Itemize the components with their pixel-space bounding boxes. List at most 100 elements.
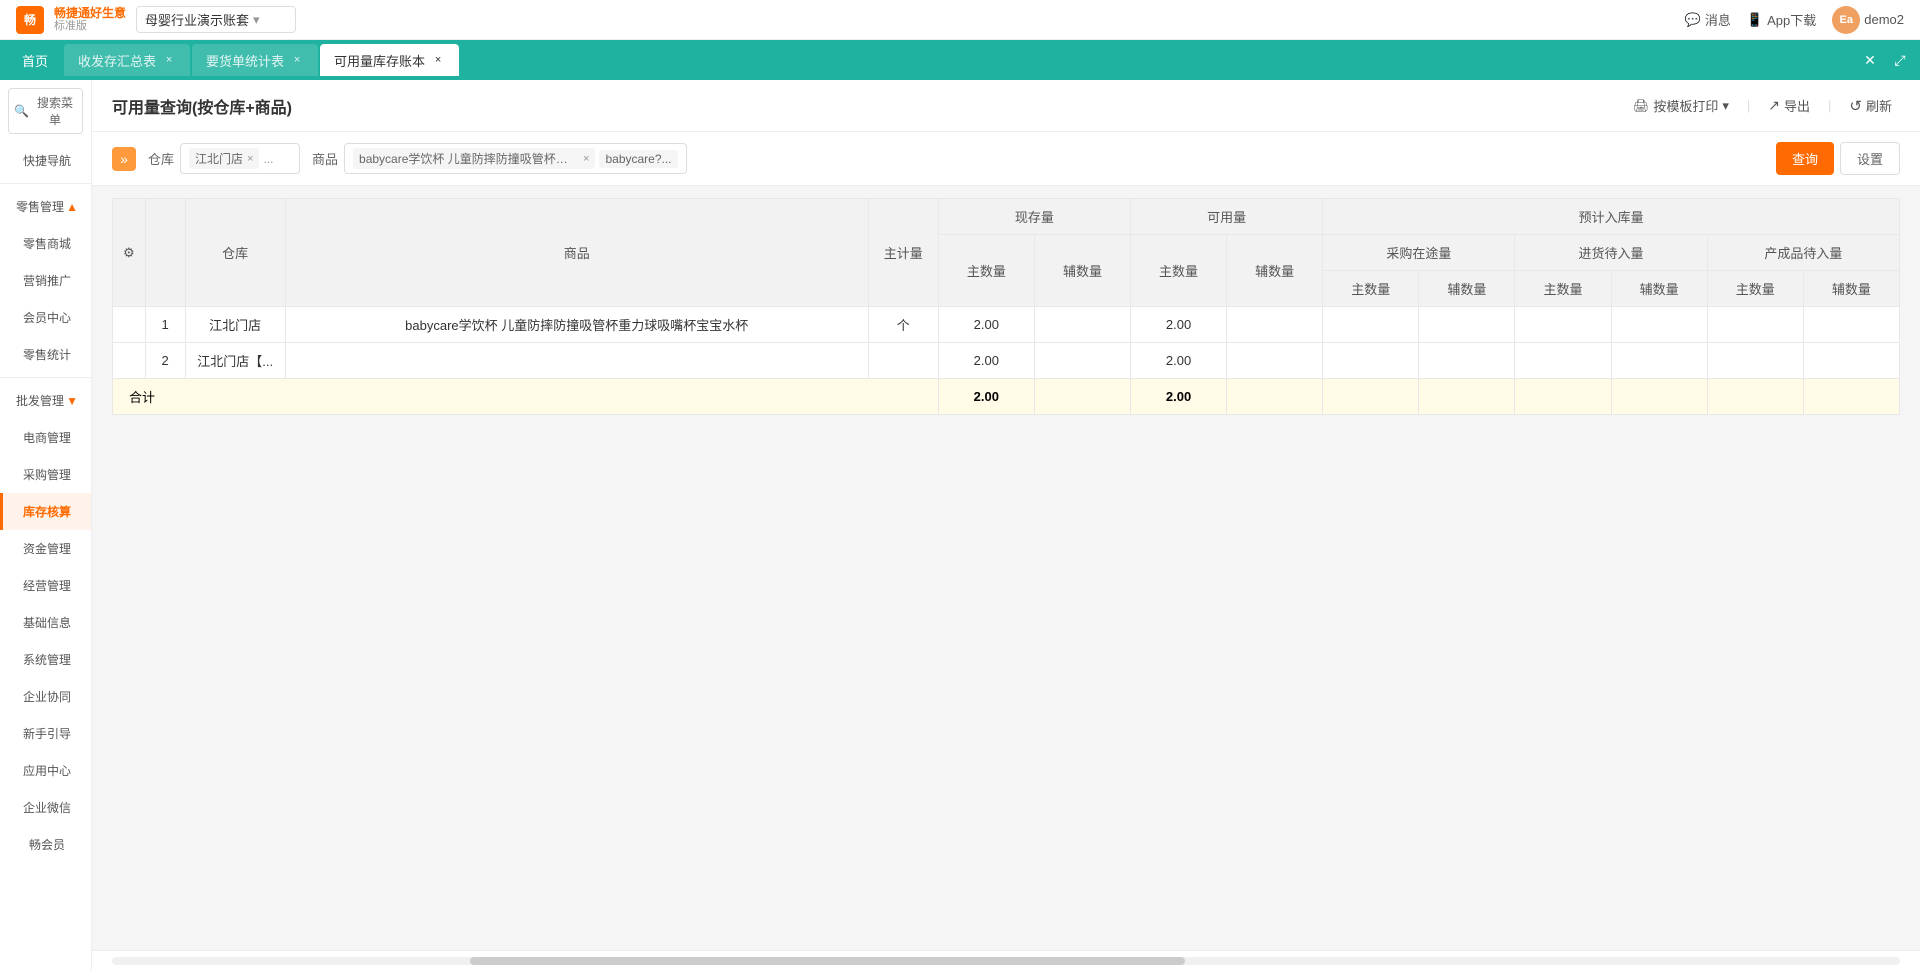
tab-close-available-stock[interactable]: × <box>431 53 445 67</box>
sidebar-item-marketing[interactable]: 营销推广 <box>0 262 91 299</box>
brand-icon: 畅 <box>16 6 44 34</box>
chevron-down-icon: ▾ <box>253 12 260 28</box>
sidebar-item-purchase[interactable]: 采购管理 <box>0 456 91 493</box>
sidebar-item-ecommerce[interactable]: 电商管理 <box>0 419 91 456</box>
sidebar-item-operations[interactable]: 经营管理 <box>0 567 91 604</box>
product-filter: 商品 babycare学饮杯 儿童防摔防撞吸管杯重力球吸嘴杯宝宝水杯 × bab… <box>312 143 687 174</box>
warehouse-input[interactable]: 江北门店 × ... <box>180 143 300 174</box>
message-icon: 💬 <box>1685 12 1701 28</box>
app-download-btn[interactable]: 📱 App下载 <box>1747 10 1816 29</box>
th-stock-aux: 辅数量 <box>1034 235 1130 307</box>
sidebar-item-retail-mall[interactable]: 零售商城 <box>0 225 91 262</box>
th-purchase-aux: 辅数量 <box>1419 271 1515 307</box>
topbar-left: 畅 畅捷通好生意 标准版 母婴行业演示账套 ▾ <box>16 6 296 34</box>
filter-expand-btn[interactable]: » <box>112 147 136 171</box>
th-production-main: 主数量 <box>1707 271 1803 307</box>
scrollbar-thumb[interactable] <box>470 957 1185 965</box>
warehouse-filter: 仓库 江北门店 × ... <box>148 143 300 174</box>
export-btn[interactable]: ↗ 导出 <box>1760 92 1818 119</box>
sidebar-item-enterprise[interactable]: 企业协同 <box>0 678 91 715</box>
warehouse-tag: 江北门店 × <box>189 148 259 169</box>
sidebar-item-wholesale-mgmt[interactable]: 批发管理 ▼ <box>0 382 91 419</box>
sidebar-item-member-center[interactable]: 会员中心 <box>0 299 91 336</box>
warehouse-tag-close[interactable]: × <box>247 153 253 165</box>
print-icon: 🖨 <box>1633 98 1650 114</box>
sidebar-search-area: 🔍 搜索菜单 <box>0 80 91 142</box>
th-planned-group: 预计入库量 <box>1323 199 1900 235</box>
th-no <box>145 199 185 307</box>
tab-available-stock[interactable]: 可用量库存账本 × <box>320 44 459 76</box>
summary-stock-main: 2.00 <box>938 379 1034 415</box>
tab-close-order-stats[interactable]: × <box>290 53 304 67</box>
th-available-main: 主数量 <box>1131 235 1227 307</box>
page-header: 可用量查询(按仓库+商品) 🖨 按模板打印 ▾ | ↗ 导出 | ↺ 刷新 <box>92 80 1920 132</box>
sidebar-item-basic-info[interactable]: 基础信息 <box>0 604 91 641</box>
sidebar-item-retail-stats[interactable]: 零售统计 <box>0 336 91 373</box>
th-available-aux: 辅数量 <box>1227 235 1323 307</box>
th-main-unit: 主计量 <box>868 199 938 307</box>
sidebar-divider-1 <box>0 183 91 184</box>
th-incoming-pending: 进货待入量 <box>1515 235 1707 271</box>
message-btn[interactable]: 💬 消息 <box>1685 10 1731 29</box>
table-row: 1 江北门店 babycare学饮杯 儿童防摔防撞吸管杯重力球吸嘴杯宝宝水杯 个… <box>113 307 1900 343</box>
tabbar: 首页 收发存汇总表 × 要货单统计表 × 可用量库存账本 × ✕ ⤢ <box>0 40 1920 80</box>
sidebar-item-app-center[interactable]: 应用中心 <box>0 752 91 789</box>
brand-name: 畅捷通好生意 <box>54 6 126 20</box>
tab-order-stats[interactable]: 要货单统计表 × <box>192 44 318 76</box>
sidebar-item-system[interactable]: 系统管理 <box>0 641 91 678</box>
product-input[interactable]: babycare学饮杯 儿童防摔防撞吸管杯重力球吸嘴杯宝宝水杯 × babyca… <box>344 143 686 174</box>
sidebar-item-quick-nav[interactable]: 快捷导航 <box>0 142 91 179</box>
th-production-aux: 辅数量 <box>1803 271 1899 307</box>
chevron-down-icon2: ▼ <box>66 394 78 408</box>
sidebar-divider-2 <box>0 377 91 378</box>
query-btn[interactable]: 查询 <box>1776 142 1834 175</box>
template-print-btn[interactable]: 🖨 按模板打印 ▾ <box>1625 92 1737 119</box>
product-tag-1: babycare学饮杯 儿童防摔防撞吸管杯重力球吸嘴杯宝宝水杯 × <box>353 148 595 169</box>
th-incoming-aux: 辅数量 <box>1611 271 1707 307</box>
export-icon: ↗ <box>1768 97 1780 114</box>
summary-available-main: 2.00 <box>1131 379 1227 415</box>
table-row: 2 江北门店【... 2.00 2.00 <box>113 343 1900 379</box>
search-icon: 🔍 <box>14 104 29 118</box>
chevron-up-icon: ▲ <box>66 200 78 214</box>
tabbar-right: ✕ ⤢ <box>1858 48 1912 72</box>
settings-btn[interactable]: 设置 <box>1840 142 1900 175</box>
product-tag-close-1[interactable]: × <box>583 153 589 165</box>
summary-label: 合计 <box>113 379 939 415</box>
product-label: 商品 <box>312 149 338 168</box>
data-table: ⚙ 仓库 商品 主计量 现存量 可用量 预计入库量 主数量 辅数量 主数量 <box>112 198 1900 415</box>
sidebar-item-vip[interactable]: 畅会员 <box>0 826 91 863</box>
product-tag-2: babycare?... <box>599 150 677 168</box>
page-title: 可用量查询(按仓库+商品) <box>112 94 292 118</box>
tab-close-all-btn[interactable]: ✕ <box>1858 48 1882 72</box>
sidebar-item-new-guide[interactable]: 新手引导 <box>0 715 91 752</box>
app-icon: 📱 <box>1747 12 1763 28</box>
refresh-btn[interactable]: ↺ 刷新 <box>1841 92 1900 119</box>
tab-close-receivables[interactable]: × <box>162 53 176 67</box>
th-purchase-inbound: 采购在途量 <box>1323 235 1515 271</box>
tab-home[interactable]: 首页 <box>8 44 62 76</box>
main-layout: 🔍 搜索菜单 快捷导航 零售管理 ▲ 零售商城 营销推广 会员中心 零售统计 批… <box>0 80 1920 971</box>
th-purchase-main: 主数量 <box>1323 271 1419 307</box>
th-warehouse: 仓库 <box>185 199 285 307</box>
tab-maximize-btn[interactable]: ⤢ <box>1888 48 1912 72</box>
tab-receivables[interactable]: 收发存汇总表 × <box>64 44 190 76</box>
avatar: Ea <box>1832 6 1860 34</box>
search-menu-btn[interactable]: 🔍 搜索菜单 <box>8 88 83 134</box>
edition-label: 标准版 <box>54 20 126 33</box>
horizontal-scrollbar[interactable] <box>112 957 1900 965</box>
refresh-icon: ↺ <box>1849 97 1862 115</box>
sidebar-item-retail-mgmt[interactable]: 零售管理 ▲ <box>0 188 91 225</box>
sidebar-item-enterprise-wechat[interactable]: 企业微信 <box>0 789 91 826</box>
table-wrap: ⚙ 仓库 商品 主计量 现存量 可用量 预计入库量 主数量 辅数量 主数量 <box>92 186 1920 950</box>
page-actions: 🖨 按模板打印 ▾ | ↗ 导出 | ↺ 刷新 <box>1625 92 1900 119</box>
th-settings[interactable]: ⚙ <box>113 199 146 307</box>
warehouse-more[interactable]: ... <box>263 152 273 166</box>
sidebar-item-finance[interactable]: 资金管理 <box>0 530 91 567</box>
page-footer <box>92 950 1920 971</box>
th-available-group: 可用量 <box>1131 199 1323 235</box>
industry-selector[interactable]: 母婴行业演示账套 ▾ <box>136 6 296 33</box>
warehouse-label: 仓库 <box>148 149 174 168</box>
sidebar-item-inventory[interactable]: 库存核算 <box>0 493 91 530</box>
user-menu[interactable]: Ea demo2 <box>1832 6 1904 34</box>
